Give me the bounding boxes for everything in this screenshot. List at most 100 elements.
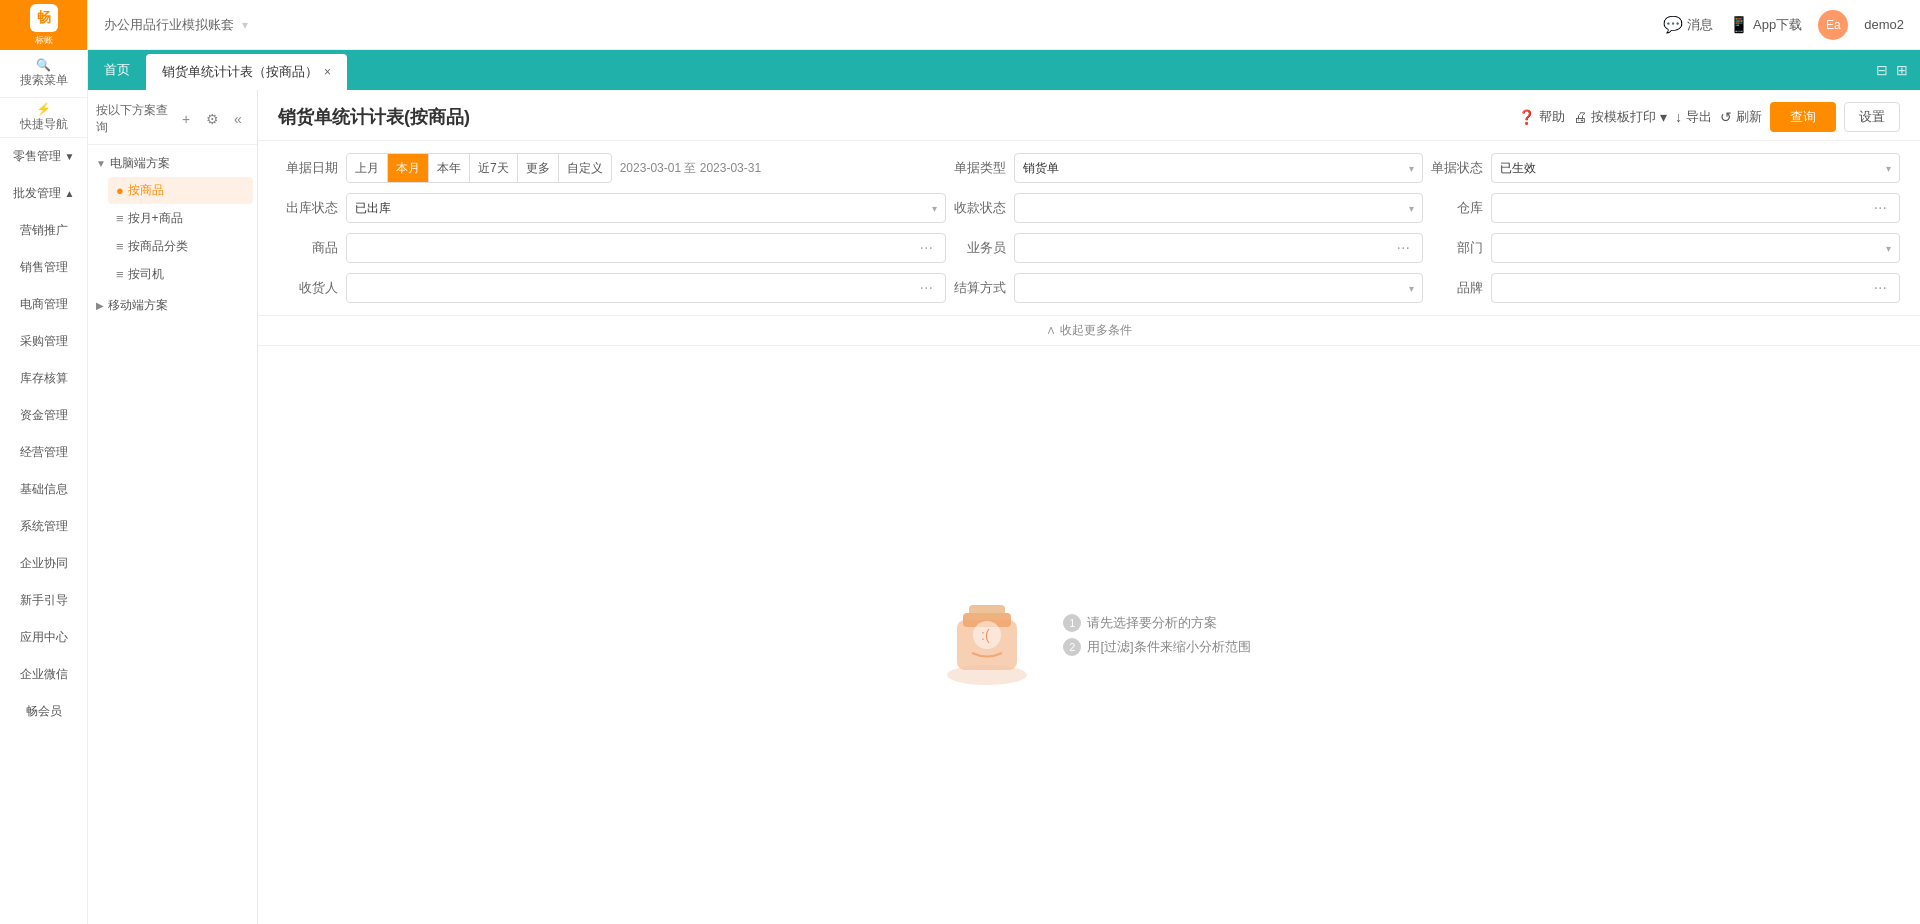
user-name[interactable]: demo2	[1864, 17, 1904, 32]
sidebar-item-appstore[interactable]: 应用中心	[0, 619, 87, 656]
refresh-btn[interactable]: ↺ 刷新	[1720, 108, 1762, 126]
receiver-label: 收货人	[278, 279, 346, 297]
receiver-control: ···	[346, 273, 946, 303]
sidebar-item-purchase[interactable]: 采购管理	[0, 323, 87, 360]
out-status-label: 出库状态	[278, 199, 346, 217]
sidebar-item-sales[interactable]: 销售管理	[0, 249, 87, 286]
sidebar-item-inventory[interactable]: 库存核算	[0, 360, 87, 397]
doc-status-dropdown[interactable]: 已生效 ▾	[1491, 153, 1900, 183]
message-label: 消息	[1687, 16, 1713, 34]
receive-status-label: 收款状态	[946, 199, 1014, 217]
query-btn[interactable]: 查询	[1770, 102, 1836, 132]
sidebar: 畅 标账 🔍 搜索菜单 ⚡ 快捷导航 零售管理 ▼ 批发管理 ▲ 营销推广 销售…	[0, 0, 88, 924]
pc-group-header[interactable]: ▼ 电脑端方案	[88, 151, 257, 176]
warehouse-dots[interactable]: ···	[1870, 199, 1891, 217]
sidebar-item-operations[interactable]: 经营管理	[0, 434, 87, 471]
sidebar-item-wholesale[interactable]: 批发管理 ▲	[0, 175, 87, 212]
scheme-item-by-category[interactable]: ≡ 按商品分类	[108, 233, 253, 260]
export-btn[interactable]: ↓ 导出	[1675, 108, 1712, 126]
collapse-toggle[interactable]: ∧ 收起更多条件	[258, 316, 1920, 346]
scheme-item-by-product[interactable]: ● 按商品	[108, 177, 253, 204]
date-label: 单据日期	[278, 159, 346, 177]
pc-group-label: 电脑端方案	[110, 155, 170, 172]
tip-num-2: 2	[1063, 638, 1081, 656]
out-status-dropdown[interactable]: 已出库 ▾	[346, 193, 946, 223]
sidebar-item-marketing[interactable]: 营销推广	[0, 212, 87, 249]
doc-type-dropdown[interactable]: 销货单 ▾	[1014, 153, 1423, 183]
collapse-panel-btn[interactable]: «	[227, 108, 249, 130]
sidebar-item-retail[interactable]: 零售管理 ▼	[0, 138, 87, 175]
empty-state: :( 1 请先选择要分析的方案 2 用[过滤]条件来缩小分析范围	[258, 346, 1920, 924]
sidebar-item-basic[interactable]: 基础信息	[0, 471, 87, 508]
tab-home[interactable]: 首页	[88, 50, 146, 90]
receive-status-dropdown[interactable]: ▾	[1014, 193, 1423, 223]
export-label: 导出	[1686, 108, 1712, 126]
basic-label: 基础信息	[20, 481, 68, 498]
inventory-label: 库存核算	[20, 370, 68, 387]
date-range-text: 2023-03-01 至 2023-03-31	[620, 160, 761, 177]
tab-active[interactable]: 销货单统计计表（按商品） ×	[146, 54, 347, 90]
sidebar-item-member[interactable]: 畅会员	[0, 693, 87, 730]
print-btn[interactable]: 🖨 按模板打印 ▾	[1573, 108, 1667, 126]
right-panel: 销货单统计计表(按商品) ❓ 帮助 🖨 按模板打印 ▾ ↓ 导出	[258, 90, 1920, 924]
search-menu-btn[interactable]: 🔍 搜索菜单	[0, 50, 87, 98]
date-btn-7days[interactable]: 近7天	[470, 154, 518, 182]
sidebar-item-wechat[interactable]: 企业微信	[0, 656, 87, 693]
chevron-down-icon: ▼	[65, 151, 75, 162]
receiver-dots[interactable]: ···	[916, 279, 937, 297]
salesperson-dropdown[interactable]: ···	[1014, 233, 1423, 263]
tab-maximize-icon[interactable]: ⊞	[1896, 62, 1908, 78]
receiver-dropdown[interactable]: ···	[346, 273, 946, 303]
sidebar-item-finance[interactable]: 资金管理	[0, 397, 87, 434]
sidebar-item-cooperation[interactable]: 企业协同	[0, 545, 87, 582]
quick-nav-btn[interactable]: ⚡ 快捷导航	[0, 98, 87, 138]
tab-minimize-icon[interactable]: ⊟	[1876, 62, 1888, 78]
app-logo[interactable]: 畅 标账	[0, 0, 87, 50]
app-download-btn[interactable]: 📱 App下载	[1729, 15, 1802, 34]
warehouse-dropdown[interactable]: ···	[1491, 193, 1900, 223]
date-btn-more[interactable]: 更多	[518, 154, 559, 182]
refresh-icon: ↺	[1720, 109, 1732, 125]
pc-group-arrow: ▼	[96, 158, 106, 169]
warehouse-control: ···	[1491, 193, 1900, 223]
logo-icon: 畅	[30, 4, 58, 32]
tab-close-icon[interactable]: ×	[324, 65, 331, 79]
dept-dropdown[interactable]: ▾	[1491, 233, 1900, 263]
sidebar-item-ecommerce[interactable]: 电商管理	[0, 286, 87, 323]
product-dropdown[interactable]: ···	[346, 233, 946, 263]
mobile-group-header[interactable]: ▶ 移动端方案	[88, 293, 257, 318]
empty-tips: 1 请先选择要分析的方案 2 用[过滤]条件来缩小分析范围	[1063, 614, 1250, 656]
settlement-dropdown[interactable]: ▾	[1014, 273, 1423, 303]
sidebar-item-system[interactable]: 系统管理	[0, 508, 87, 545]
salesperson-dots[interactable]: ···	[1393, 239, 1414, 257]
help-btn[interactable]: ❓ 帮助	[1518, 108, 1565, 126]
date-btn-this-month[interactable]: 本月	[388, 154, 429, 182]
out-status-control: 已出库 ▾	[346, 193, 946, 223]
scheme-item-label: 按商品分类	[128, 238, 188, 255]
product-label: 商品	[278, 239, 346, 257]
out-status-arrow: ▾	[932, 203, 937, 214]
filter-row-4: 收货人 ··· 结算方式 ▾	[278, 273, 1900, 303]
product-control: ···	[346, 233, 946, 263]
date-btn-last-month[interactable]: 上月	[347, 154, 388, 182]
salesperson-label: 业务员	[946, 239, 1014, 257]
product-dots[interactable]: ···	[916, 239, 937, 257]
scheme-item-by-sku[interactable]: ≡ 按司机	[108, 261, 253, 288]
date-btn-this-year[interactable]: 本年	[429, 154, 470, 182]
settings-btn[interactable]: 设置	[1844, 102, 1900, 132]
main-area: 办公用品行业模拟账套 ▾ 💬 消息 📱 App下载 Ea demo2 首页 销货…	[88, 0, 1920, 924]
date-btn-custom[interactable]: 自定义	[559, 154, 611, 182]
message-btn[interactable]: 💬 消息	[1663, 15, 1713, 34]
scheme-item-by-month-product[interactable]: ≡ 按月+商品	[108, 205, 253, 232]
salesperson-control: ···	[1014, 233, 1423, 263]
brand-dropdown[interactable]: ···	[1491, 273, 1900, 303]
tip-num-1: 1	[1063, 614, 1081, 632]
brand-dots[interactable]: ···	[1870, 279, 1891, 297]
user-avatar[interactable]: Ea	[1818, 10, 1848, 40]
sales-label: 销售管理	[20, 259, 68, 276]
mobile-group-arrow: ▶	[96, 300, 104, 311]
sidebar-item-newbie[interactable]: 新手引导	[0, 582, 87, 619]
settings-scheme-btn[interactable]: ⚙	[201, 108, 223, 130]
scheme-item-label: 按商品	[128, 182, 164, 199]
add-scheme-btn[interactable]: +	[175, 108, 197, 130]
